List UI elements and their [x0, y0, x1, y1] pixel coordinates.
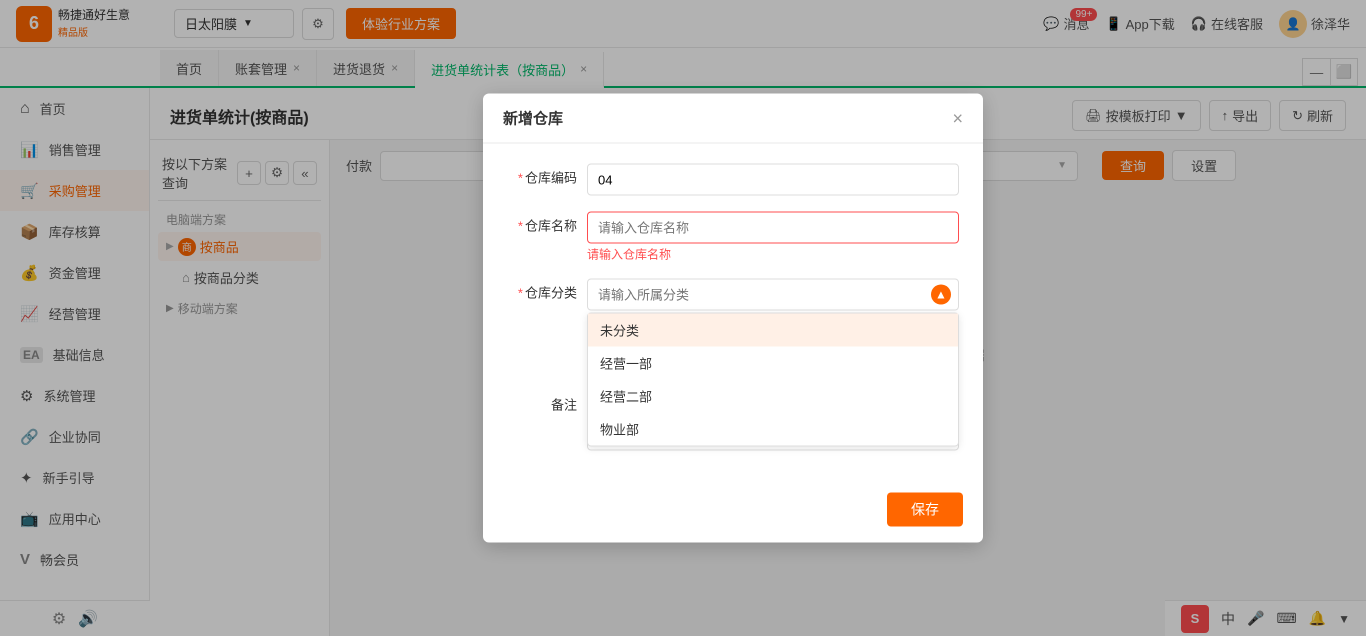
category-option-dept1[interactable]: 经营一部 — [588, 347, 958, 380]
category-option-dept2[interactable]: 经营二部 — [588, 380, 958, 413]
modal-close-button[interactable]: × — [952, 109, 963, 127]
warehouse-code-input[interactable] — [587, 164, 959, 196]
warehouse-code-label: *仓库编码 — [507, 164, 587, 194]
warehouse-remark-label: 备注 — [507, 391, 587, 421]
category-option-uncategorized[interactable]: 未分类 — [588, 314, 958, 347]
modal-body: *仓库编码 *仓库名称 请输入仓库名称 *仓库分类 ▲ — [483, 144, 983, 483]
category-dropdown-wrapper: ▲ 未分类 经营一部 经营二部 物业部 — [587, 279, 959, 311]
warehouse-name-field: *仓库名称 — [507, 212, 959, 244]
category-dropdown-list: 未分类 经营一部 经营二部 物业部 — [587, 313, 959, 447]
add-warehouse-modal: 新增仓库 × *仓库编码 *仓库名称 请输入仓库名称 *仓库分类 — [483, 94, 983, 543]
modal-footer: 保存 — [483, 483, 983, 543]
modal-header: 新增仓库 × — [483, 94, 983, 144]
category-option-property[interactable]: 物业部 — [588, 413, 958, 446]
modal-title: 新增仓库 — [503, 108, 563, 129]
warehouse-name-input[interactable] — [587, 212, 959, 244]
modal-save-button[interactable]: 保存 — [887, 493, 963, 527]
warehouse-category-row: *仓库分类 ▲ 未分类 经营一部 经营二部 物业部 — [507, 279, 959, 311]
warehouse-name-error: 请输入仓库名称 — [587, 246, 671, 263]
category-dropdown-toggle[interactable]: ▲ — [931, 285, 951, 305]
warehouse-code-row: *仓库编码 — [507, 164, 959, 196]
warehouse-name-label: *仓库名称 — [507, 212, 587, 244]
warehouse-category-label: *仓库分类 — [507, 279, 587, 309]
warehouse-name-row: *仓库名称 请输入仓库名称 — [507, 212, 959, 263]
category-dropdown-input[interactable] — [587, 279, 959, 311]
